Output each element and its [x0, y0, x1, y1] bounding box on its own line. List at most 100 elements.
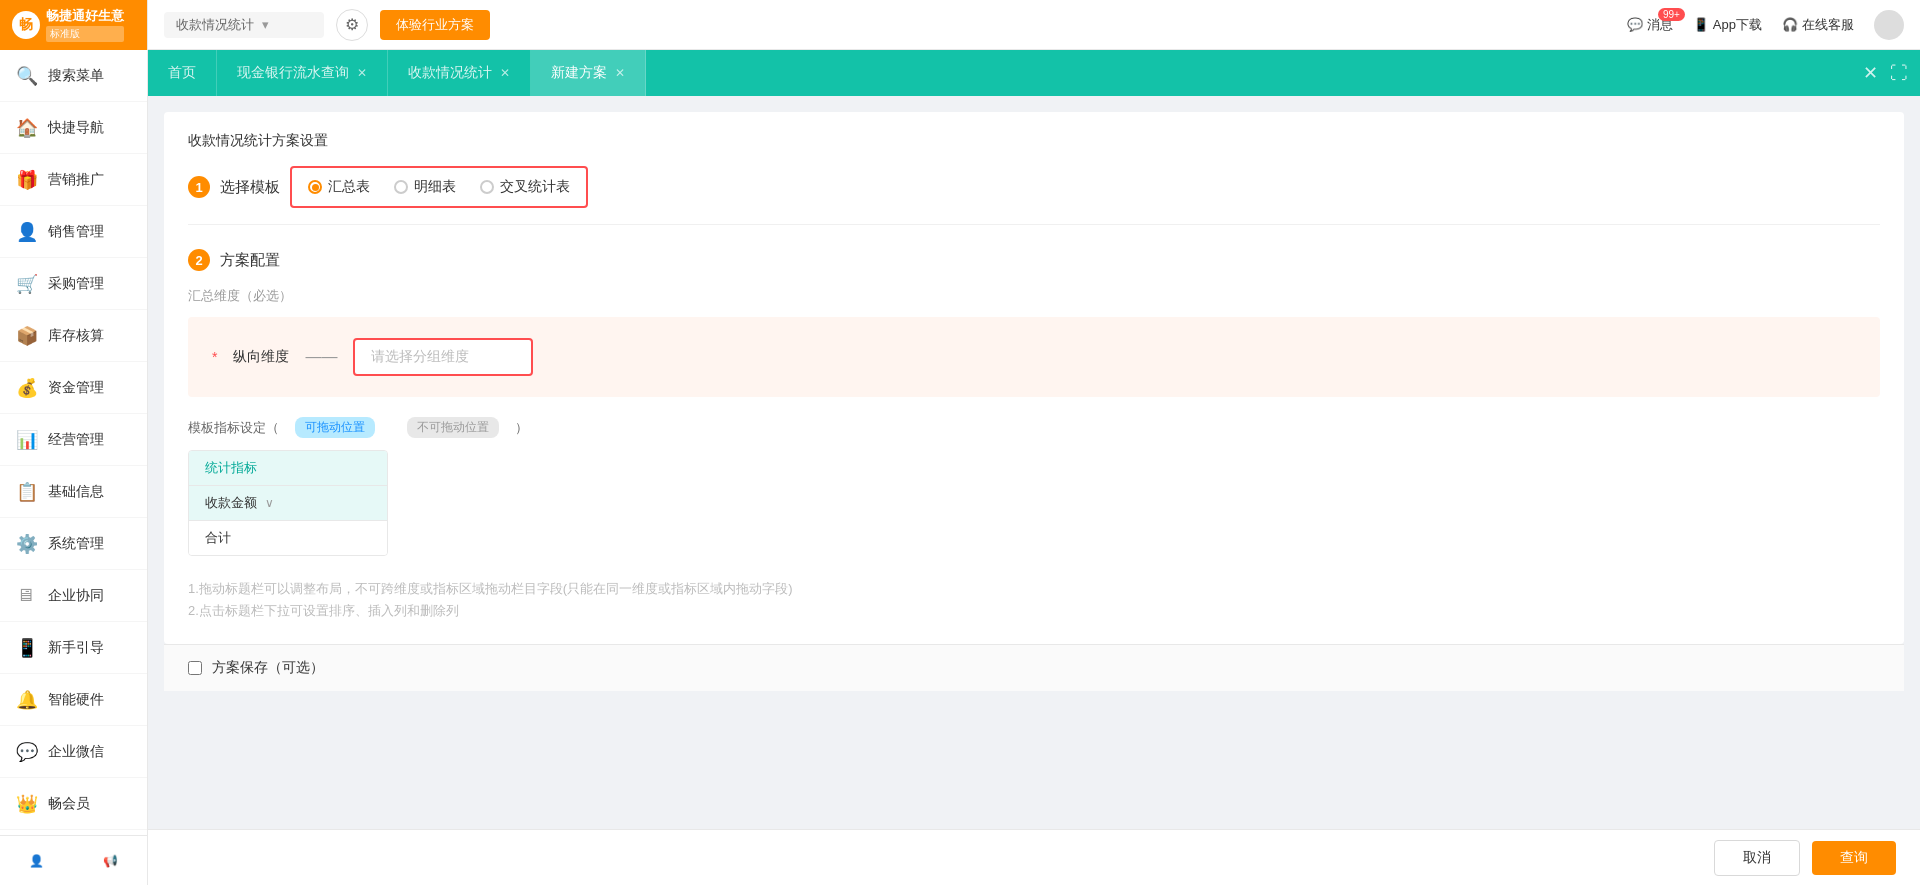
tab-new-plan-close[interactable]: ✕ — [615, 66, 625, 80]
sidebar-item-system[interactable]: ⚙️ 系统管理 — [0, 518, 147, 570]
radio-detail-btn[interactable] — [394, 180, 408, 194]
sidebar-item-label: 搜索菜单 — [48, 67, 104, 85]
sidebar-item-label: 新手引导 — [48, 639, 104, 657]
sidebar-item-label: 营销推广 — [48, 171, 104, 189]
sidebar-item-purchase[interactable]: 🛒 采购管理 — [0, 258, 147, 310]
sidebar-item-finance[interactable]: 💰 资金管理 — [0, 362, 147, 414]
tab-new-plan-label: 新建方案 — [551, 64, 607, 82]
message-icon: 💬 — [1627, 17, 1643, 32]
radio-summary-btn[interactable] — [308, 180, 322, 194]
step2-number: 2 — [188, 249, 210, 271]
save-label: 方案保存（可选） — [212, 659, 324, 677]
sidebar-item-label: 畅会员 — [48, 795, 90, 813]
settings-button[interactable]: ⚙ — [336, 9, 368, 41]
logo-edition: 标准版 — [46, 26, 124, 42]
tab-bank-label: 现金银行流水查询 — [237, 64, 349, 82]
sidebar-item-member[interactable]: 👑 畅会员 — [0, 778, 147, 830]
sidebar-item-label: 系统管理 — [48, 535, 104, 553]
tab-expand-button[interactable]: ⛶ — [1890, 63, 1908, 84]
user-avatar[interactable] — [1874, 10, 1904, 40]
phone-icon: 📱 — [16, 637, 38, 659]
sidebar-item-label: 采购管理 — [48, 275, 104, 293]
tab-close-all-button[interactable]: ✕ — [1863, 62, 1878, 84]
bell-icon: 🔔 — [16, 689, 38, 711]
non-draggable-badge: 不可拖动位置 — [407, 417, 499, 438]
sidebar-item-wechat[interactable]: 💬 企业微信 — [0, 726, 147, 778]
sidebar-item-coop[interactable]: 🖥 企业协同 — [0, 570, 147, 622]
step1-header: 1 选择模板 汇总表 明细表 交叉统计表 — [188, 166, 1880, 208]
bottom-bar: 取消 查询 — [148, 829, 1920, 885]
radio-cross-btn[interactable] — [480, 180, 494, 194]
tip2: 2.点击标题栏下拉可设置排序、插入列和删除列 — [188, 602, 1880, 620]
save-checkbox[interactable] — [188, 661, 202, 675]
sidebar-item-label: 销售管理 — [48, 223, 104, 241]
indicator-settings-label: 模板指标设定（ — [188, 419, 279, 437]
radio-cross[interactable]: 交叉统计表 — [480, 178, 570, 196]
gift-icon: 🎁 — [16, 169, 38, 191]
main-area: 收款情况统计 ▾ ⚙ 体验行业方案 💬 消息 99+ 📱 App下载 🎧 在线客… — [148, 0, 1920, 885]
sidebar-nav: 🔍 搜索菜单 🏠 快捷导航 🎁 营销推广 👤 销售管理 🛒 采购管理 📦 库存核… — [0, 50, 147, 835]
tab-bank[interactable]: 现金银行流水查询 ✕ — [217, 50, 388, 96]
step1-number: 1 — [188, 176, 210, 198]
sidebar-item-basic[interactable]: 📋 基础信息 — [0, 466, 147, 518]
step2-label: 方案配置 — [220, 251, 280, 270]
breadcrumb: 收款情况统计 ▾ — [164, 12, 324, 38]
app-icon: 📱 — [1693, 17, 1709, 32]
radio-summary[interactable]: 汇总表 — [308, 178, 370, 196]
content-area: 收款情况统计方案设置 1 选择模板 汇总表 明细表 — [148, 96, 1920, 829]
indicator-label-row: 模板指标设定（ 可拖动位置 不可拖动位置 ） — [188, 417, 1880, 438]
arrow-icon: —— — [305, 348, 337, 366]
tab-new-plan[interactable]: 新建方案 ✕ — [531, 50, 646, 96]
tips-section: 1.拖动标题栏可以调整布局，不可跨维度或指标区域拖动栏目字段(只能在同一维度或指… — [188, 580, 1880, 620]
sidebar-item-label: 资金管理 — [48, 379, 104, 397]
sidebar-item-hardware[interactable]: 🔔 智能硬件 — [0, 674, 147, 726]
search-icon: 🔍 — [16, 65, 38, 87]
cancel-button[interactable]: 取消 — [1714, 840, 1800, 876]
sidebar-item-guide[interactable]: 📱 新手引导 — [0, 622, 147, 674]
message-button[interactable]: 💬 消息 99+ — [1627, 16, 1673, 34]
gear-icon: ⚙️ — [16, 533, 38, 555]
tab-home[interactable]: 首页 — [148, 50, 217, 96]
sidebar-item-quick-nav[interactable]: 🏠 快捷导航 — [0, 102, 147, 154]
sidebar-item-label: 智能硬件 — [48, 691, 104, 709]
sidebar-bottom-notify[interactable]: 📢 — [74, 836, 148, 885]
tab-receivable[interactable]: 收款情况统计 ✕ — [388, 50, 531, 96]
divider1 — [188, 224, 1880, 225]
sidebar-item-operation[interactable]: 📊 经营管理 — [0, 414, 147, 466]
support-button[interactable]: 🎧 在线客服 — [1782, 16, 1854, 34]
sidebar-bottom-user[interactable]: 👤 — [0, 836, 74, 885]
dimension-field-label: 纵向维度 — [233, 348, 289, 366]
tab-bank-close[interactable]: ✕ — [357, 66, 367, 80]
sidebar-item-inventory[interactable]: 📦 库存核算 — [0, 310, 147, 362]
tab-receivable-close[interactable]: ✕ — [500, 66, 510, 80]
sidebar-item-search[interactable]: 🔍 搜索菜单 — [0, 50, 147, 102]
logo-icon: 畅 — [12, 11, 40, 39]
chevron-down-icon: ▾ — [262, 17, 269, 32]
logo-name: 畅捷通好生意 — [46, 8, 124, 24]
radio-detail[interactable]: 明细表 — [394, 178, 456, 196]
query-button[interactable]: 查询 — [1812, 841, 1896, 875]
radio-summary-label: 汇总表 — [328, 178, 370, 196]
dimension-select[interactable]: 请选择分组维度 — [353, 338, 533, 376]
sidebar-item-label: 基础信息 — [48, 483, 104, 501]
money-icon: 💰 — [16, 377, 38, 399]
indicator-row-amount[interactable]: 收款金额 ∨ — [189, 485, 387, 520]
industry-button[interactable]: 体验行业方案 — [380, 10, 490, 40]
tabs-right-actions: ✕ ⛶ — [1851, 50, 1920, 96]
headset-icon: 🎧 — [1782, 17, 1798, 32]
indicator-dropdown-icon[interactable]: ∨ — [265, 496, 274, 510]
sidebar-item-label: 库存核算 — [48, 327, 104, 345]
tab-receivable-label: 收款情况统计 — [408, 64, 492, 82]
radio-summary-inner — [312, 184, 319, 191]
sidebar-item-sales[interactable]: 👤 销售管理 — [0, 206, 147, 258]
app-label: App下载 — [1713, 16, 1762, 34]
indicator-table-header: 统计指标 — [189, 451, 387, 485]
chart-icon: 📊 — [16, 429, 38, 451]
notify-icon: 📢 — [103, 854, 118, 868]
chat-icon: 💬 — [16, 741, 38, 763]
sidebar-item-label: 经营管理 — [48, 431, 104, 449]
template-options: 汇总表 明细表 交叉统计表 — [290, 166, 588, 208]
app-download-button[interactable]: 📱 App下载 — [1693, 16, 1762, 34]
sidebar-item-marketing[interactable]: 🎁 营销推广 — [0, 154, 147, 206]
sidebar-item-label: 企业协同 — [48, 587, 104, 605]
